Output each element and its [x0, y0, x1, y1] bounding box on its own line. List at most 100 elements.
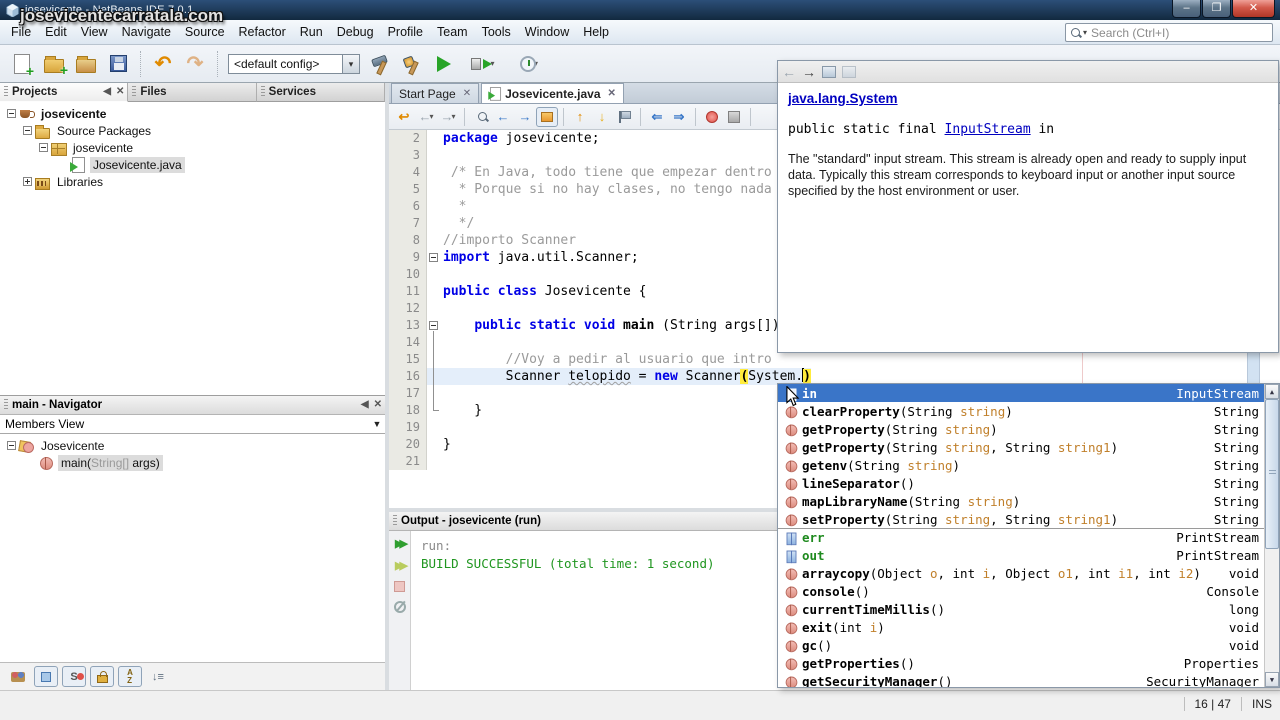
completion-item-arraycopy[interactable]: arraycopy (Object o, int i, Object o1, in…: [778, 564, 1264, 582]
completion-item-lineSeparator[interactable]: lineSeparator() String: [778, 474, 1264, 492]
new-file-button[interactable]: [9, 51, 35, 79]
code-text[interactable]: public class Josevicente {: [441, 283, 647, 300]
build-project-button[interactable]: [367, 51, 393, 77]
completion-item-getProperty[interactable]: getProperty (String string, String string…: [778, 438, 1264, 456]
fold-margin[interactable]: [427, 215, 441, 232]
code-text[interactable]: * Porque si no hay clases, no tengo nada: [441, 181, 772, 198]
editor-tab-josevicente.java[interactable]: Josevicente.java ✕: [481, 83, 624, 103]
code-text[interactable]: Scanner telopido = new Scanner(System.): [441, 368, 811, 385]
config-dropdown-icon[interactable]: ▾: [342, 54, 359, 73]
completion-item-getProperty[interactable]: getProperty (String string) String: [778, 420, 1264, 438]
tree-item-libraries[interactable]: Libraries: [0, 173, 385, 190]
completion-item-getProperties[interactable]: getProperties() Properties: [778, 654, 1264, 672]
fold-margin[interactable]: [427, 283, 441, 300]
fold-margin[interactable]: [427, 436, 441, 453]
code-text[interactable]: import java.util.Scanner;: [441, 249, 639, 266]
new-project-button[interactable]: [41, 51, 68, 78]
tab-projects[interactable]: Projects ◀ ✕: [0, 83, 129, 102]
line-number[interactable]: 11: [389, 283, 427, 300]
scroll-down-icon[interactable]: ▼: [1265, 672, 1279, 687]
expander-icon[interactable]: [39, 143, 48, 152]
fold-margin[interactable]: [427, 419, 441, 436]
completion-item-gc[interactable]: gc() void: [778, 636, 1264, 654]
line-number[interactable]: 4: [389, 164, 427, 181]
completion-item-clearProperty[interactable]: clearProperty (String string) String: [778, 402, 1264, 420]
line-number[interactable]: 8: [389, 232, 427, 249]
menu-team[interactable]: Team: [430, 22, 475, 42]
code-text[interactable]: */: [441, 215, 475, 232]
code-text[interactable]: //Voy a pedir al usuario que intro: [441, 351, 772, 368]
fold-margin[interactable]: [427, 249, 441, 266]
menu-window[interactable]: Window: [518, 22, 576, 42]
line-number[interactable]: 10: [389, 266, 427, 283]
config-select[interactable]: <default config> ▾: [228, 53, 360, 74]
expander-icon[interactable]: [7, 109, 16, 118]
find-icon[interactable]: [470, 107, 492, 127]
redo-button[interactable]: ↷: [182, 51, 208, 77]
line-number[interactable]: 6: [389, 198, 427, 215]
fold-margin[interactable]: [427, 402, 441, 419]
fold-toggle-icon[interactable]: [429, 321, 438, 339]
menu-profile[interactable]: Profile: [381, 22, 430, 42]
tree-item-josevicente.java[interactable]: Josevicente.java: [0, 156, 385, 173]
members-view-select[interactable]: Members View ▼: [0, 415, 385, 434]
completion-item-err[interactable]: err PrintStream: [778, 528, 1264, 546]
line-number[interactable]: 21: [389, 453, 427, 470]
fold-margin[interactable]: [427, 181, 441, 198]
minimize-button[interactable]: –: [1172, 0, 1201, 18]
fold-margin[interactable]: [427, 130, 441, 147]
line-number[interactable]: 7: [389, 215, 427, 232]
sort-alpha-toggle[interactable]: AZ: [118, 666, 142, 687]
editor-tab-start-page[interactable]: Start Page ✕: [391, 83, 480, 103]
show-in-browser-icon[interactable]: [822, 65, 836, 78]
output-console[interactable]: run: BUILD SUCCESSFUL (total time: 1 seco…: [411, 531, 715, 690]
line-number[interactable]: 16: [389, 368, 427, 385]
fold-margin[interactable]: [427, 266, 441, 283]
menu-tools[interactable]: Tools: [475, 22, 518, 42]
restore-button[interactable]: ❐: [1202, 0, 1231, 18]
menu-refactor[interactable]: Refactor: [232, 22, 293, 42]
fold-margin[interactable]: [427, 334, 441, 351]
completion-item-console[interactable]: console() Console: [778, 582, 1264, 600]
line-number[interactable]: 2: [389, 130, 427, 147]
code-text[interactable]: }: [441, 436, 451, 453]
rerun-debug-icon[interactable]: ▶▶: [395, 559, 408, 572]
line-number[interactable]: 3: [389, 147, 427, 164]
stop-macro-icon[interactable]: [723, 107, 745, 127]
record-macro-icon[interactable]: [701, 107, 723, 127]
line-number[interactable]: 14: [389, 334, 427, 351]
fold-margin[interactable]: [427, 232, 441, 249]
line-number[interactable]: 5: [389, 181, 427, 198]
profile-project-button[interactable]: ▾: [509, 51, 549, 77]
fold-margin[interactable]: [427, 317, 441, 339]
members-view-dropdown-icon[interactable]: ▼: [369, 419, 385, 429]
rerun-icon[interactable]: ▶▶: [395, 537, 408, 550]
fold-margin[interactable]: [427, 351, 441, 368]
code-text[interactable]: package josevicente;: [441, 130, 600, 147]
forward-icon[interactable]: → ▾: [437, 107, 459, 127]
line-number[interactable]: 15: [389, 351, 427, 368]
inherited-members-icon[interactable]: [6, 666, 30, 687]
search-input[interactable]: ▾ Search (Ctrl+I): [1065, 23, 1273, 42]
expander-icon[interactable]: [23, 177, 32, 186]
javadoc-back-icon[interactable]: ←: [782, 64, 796, 80]
shift-right-icon[interactable]: ⇒: [668, 107, 690, 127]
line-number[interactable]: 19: [389, 419, 427, 436]
javadoc-class-link[interactable]: java.lang.System: [788, 91, 1268, 106]
save-all-button[interactable]: [105, 51, 131, 77]
completion-item-out[interactable]: out PrintStream: [778, 546, 1264, 564]
completion-scrollbar[interactable]: ▲ ▼: [1264, 384, 1279, 687]
output-settings-icon[interactable]: [393, 601, 406, 613]
code-line-15[interactable]: 15 //Voy a pedir al usuario que intro: [389, 351, 1280, 368]
close-panel-icon[interactable]: ✕: [374, 399, 382, 410]
fold-margin[interactable]: [427, 453, 441, 470]
code-text[interactable]: /* En Java, todo tiene que empezar dentr…: [441, 164, 772, 181]
tree-item-josevicente[interactable]: josevicente: [0, 139, 385, 156]
menu-run[interactable]: Run: [293, 22, 330, 42]
fold-margin[interactable]: [427, 368, 441, 385]
completion-item-getSecurityManager[interactable]: getSecurityManager() SecurityManager: [778, 672, 1264, 687]
line-number[interactable]: 17: [389, 385, 427, 402]
back-icon[interactable]: ← ▾: [415, 107, 437, 127]
last-edit-icon[interactable]: ↩: [393, 107, 415, 127]
tree-item-source-packages[interactable]: Source Packages: [0, 122, 385, 139]
